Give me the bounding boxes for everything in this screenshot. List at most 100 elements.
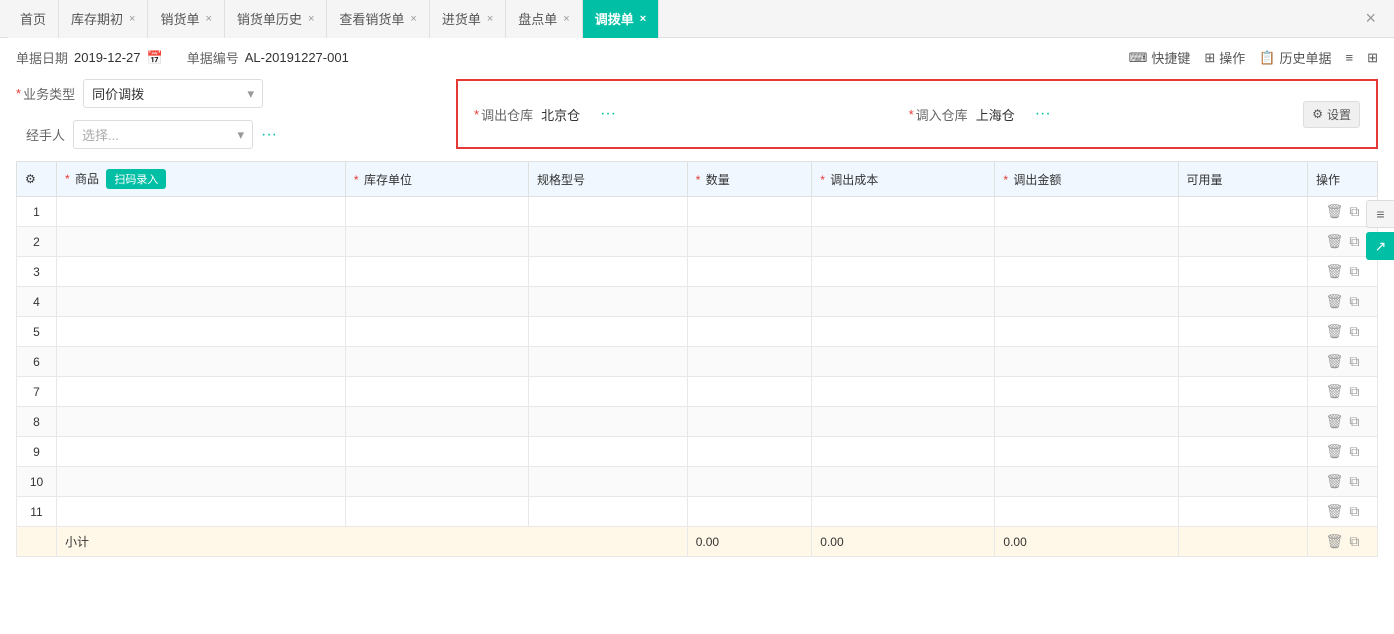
table-cell[interactable]: [687, 317, 812, 347]
in-warehouse-more-button[interactable]: ···: [1035, 105, 1051, 123]
table-cell[interactable]: [1178, 287, 1307, 317]
history-button[interactable]: 📋 历史单据: [1259, 48, 1331, 67]
copy-row-button[interactable]: ⧉: [1349, 353, 1359, 370]
table-cell[interactable]: [345, 317, 528, 347]
th-gear[interactable]: ⚙: [17, 162, 57, 197]
table-cell[interactable]: [995, 227, 1178, 257]
table-cell[interactable]: [1178, 317, 1307, 347]
tab-sales-history-close[interactable]: ×: [308, 13, 314, 25]
copy-subtotal-button[interactable]: ⧉: [1349, 533, 1359, 550]
table-cell[interactable]: [529, 347, 688, 377]
float-list-button[interactable]: ≡: [1366, 200, 1394, 228]
delete-row-button[interactable]: 🗑: [1326, 413, 1344, 430]
table-cell[interactable]: [345, 467, 528, 497]
table-cell[interactable]: [995, 437, 1178, 467]
copy-row-button[interactable]: ⧉: [1349, 473, 1359, 490]
table-cell[interactable]: [345, 257, 528, 287]
table-cell[interactable]: [812, 377, 995, 407]
table-cell[interactable]: [529, 317, 688, 347]
delete-row-button[interactable]: 🗑: [1326, 383, 1344, 400]
table-cell[interactable]: [995, 497, 1178, 527]
table-cell[interactable]: [345, 437, 528, 467]
scan-button[interactable]: 扫码录入: [106, 169, 166, 189]
table-cell[interactable]: [345, 497, 528, 527]
table-cell[interactable]: [1178, 197, 1307, 227]
table-cell[interactable]: [995, 467, 1178, 497]
table-cell[interactable]: [995, 287, 1178, 317]
delete-row-button[interactable]: 🗑: [1326, 323, 1344, 340]
delete-row-button[interactable]: 🗑: [1326, 203, 1344, 220]
table-cell[interactable]: [812, 347, 995, 377]
tab-stocktake[interactable]: 盘点单 ×: [506, 0, 582, 38]
out-warehouse-more-button[interactable]: ···: [600, 105, 616, 123]
tab-sales-order[interactable]: 销货单 ×: [148, 0, 224, 38]
table-cell[interactable]: [529, 287, 688, 317]
float-export-button[interactable]: ↗: [1366, 232, 1394, 260]
tab-purchase-order[interactable]: 进货单 ×: [430, 0, 506, 38]
table-cell[interactable]: [687, 377, 812, 407]
tab-stocktake-close[interactable]: ×: [563, 13, 569, 25]
table-cell[interactable]: [687, 347, 812, 377]
delete-row-button[interactable]: 🗑: [1326, 293, 1344, 310]
table-cell[interactable]: [812, 317, 995, 347]
table-cell[interactable]: [57, 407, 346, 437]
table-cell[interactable]: [687, 497, 812, 527]
table-cell[interactable]: [687, 287, 812, 317]
table-cell[interactable]: [345, 347, 528, 377]
copy-row-button[interactable]: ⧉: [1349, 263, 1359, 280]
table-cell[interactable]: [812, 467, 995, 497]
table-cell[interactable]: [687, 197, 812, 227]
tab-purchase-order-close[interactable]: ×: [487, 13, 493, 25]
copy-row-button[interactable]: ⧉: [1349, 503, 1359, 520]
operations-button[interactable]: ⊞ 操作: [1204, 48, 1245, 67]
shortcuts-button[interactable]: ⌨ 快捷键: [1129, 48, 1191, 67]
delete-row-button[interactable]: 🗑: [1326, 473, 1344, 490]
table-cell[interactable]: [345, 197, 528, 227]
table-cell[interactable]: [57, 377, 346, 407]
table-cell[interactable]: [529, 377, 688, 407]
table-cell[interactable]: [687, 437, 812, 467]
table-cell[interactable]: [1178, 437, 1307, 467]
layout-grid-button[interactable]: ⊞: [1367, 50, 1378, 66]
table-cell[interactable]: [57, 317, 346, 347]
table-cell[interactable]: [57, 347, 346, 377]
table-cell[interactable]: [687, 227, 812, 257]
delete-row-button[interactable]: 🗑: [1326, 443, 1344, 460]
table-cell[interactable]: [529, 257, 688, 287]
copy-row-button[interactable]: ⧉: [1349, 323, 1359, 340]
copy-row-button[interactable]: ⧉: [1349, 233, 1359, 250]
tab-inventory-init-close[interactable]: ×: [129, 13, 135, 25]
table-cell[interactable]: [812, 437, 995, 467]
table-cell[interactable]: [687, 467, 812, 497]
tab-inventory-init[interactable]: 库存期初 ×: [59, 0, 148, 38]
tab-transfer[interactable]: 调拨单 ×: [583, 0, 659, 38]
copy-row-button[interactable]: ⧉: [1349, 413, 1359, 430]
tab-view-sales-close[interactable]: ×: [410, 13, 416, 25]
table-cell[interactable]: [345, 287, 528, 317]
layout-list-button[interactable]: ≡: [1346, 50, 1354, 65]
tab-transfer-close[interactable]: ×: [640, 13, 646, 25]
table-cell[interactable]: [529, 197, 688, 227]
table-cell[interactable]: [812, 257, 995, 287]
table-cell[interactable]: [57, 287, 346, 317]
table-cell[interactable]: [1178, 497, 1307, 527]
table-cell[interactable]: [345, 377, 528, 407]
table-cell[interactable]: [1178, 377, 1307, 407]
delete-row-button[interactable]: 🗑: [1326, 503, 1344, 520]
table-cell[interactable]: [57, 227, 346, 257]
copy-row-button[interactable]: ⧉: [1349, 203, 1359, 220]
calendar-icon[interactable]: 📅: [147, 50, 163, 66]
table-cell[interactable]: [812, 287, 995, 317]
table-cell[interactable]: [529, 467, 688, 497]
table-cell[interactable]: [57, 437, 346, 467]
tab-sales-history[interactable]: 销货单历史 ×: [225, 0, 327, 38]
table-cell[interactable]: [687, 407, 812, 437]
tab-sales-order-close[interactable]: ×: [205, 13, 211, 25]
table-cell[interactable]: [995, 257, 1178, 287]
table-cell[interactable]: [57, 497, 346, 527]
table-cell[interactable]: [687, 257, 812, 287]
table-cell[interactable]: [995, 197, 1178, 227]
table-cell[interactable]: [812, 227, 995, 257]
settings-button[interactable]: ⚙ 设置: [1303, 101, 1360, 128]
table-cell[interactable]: [1178, 347, 1307, 377]
